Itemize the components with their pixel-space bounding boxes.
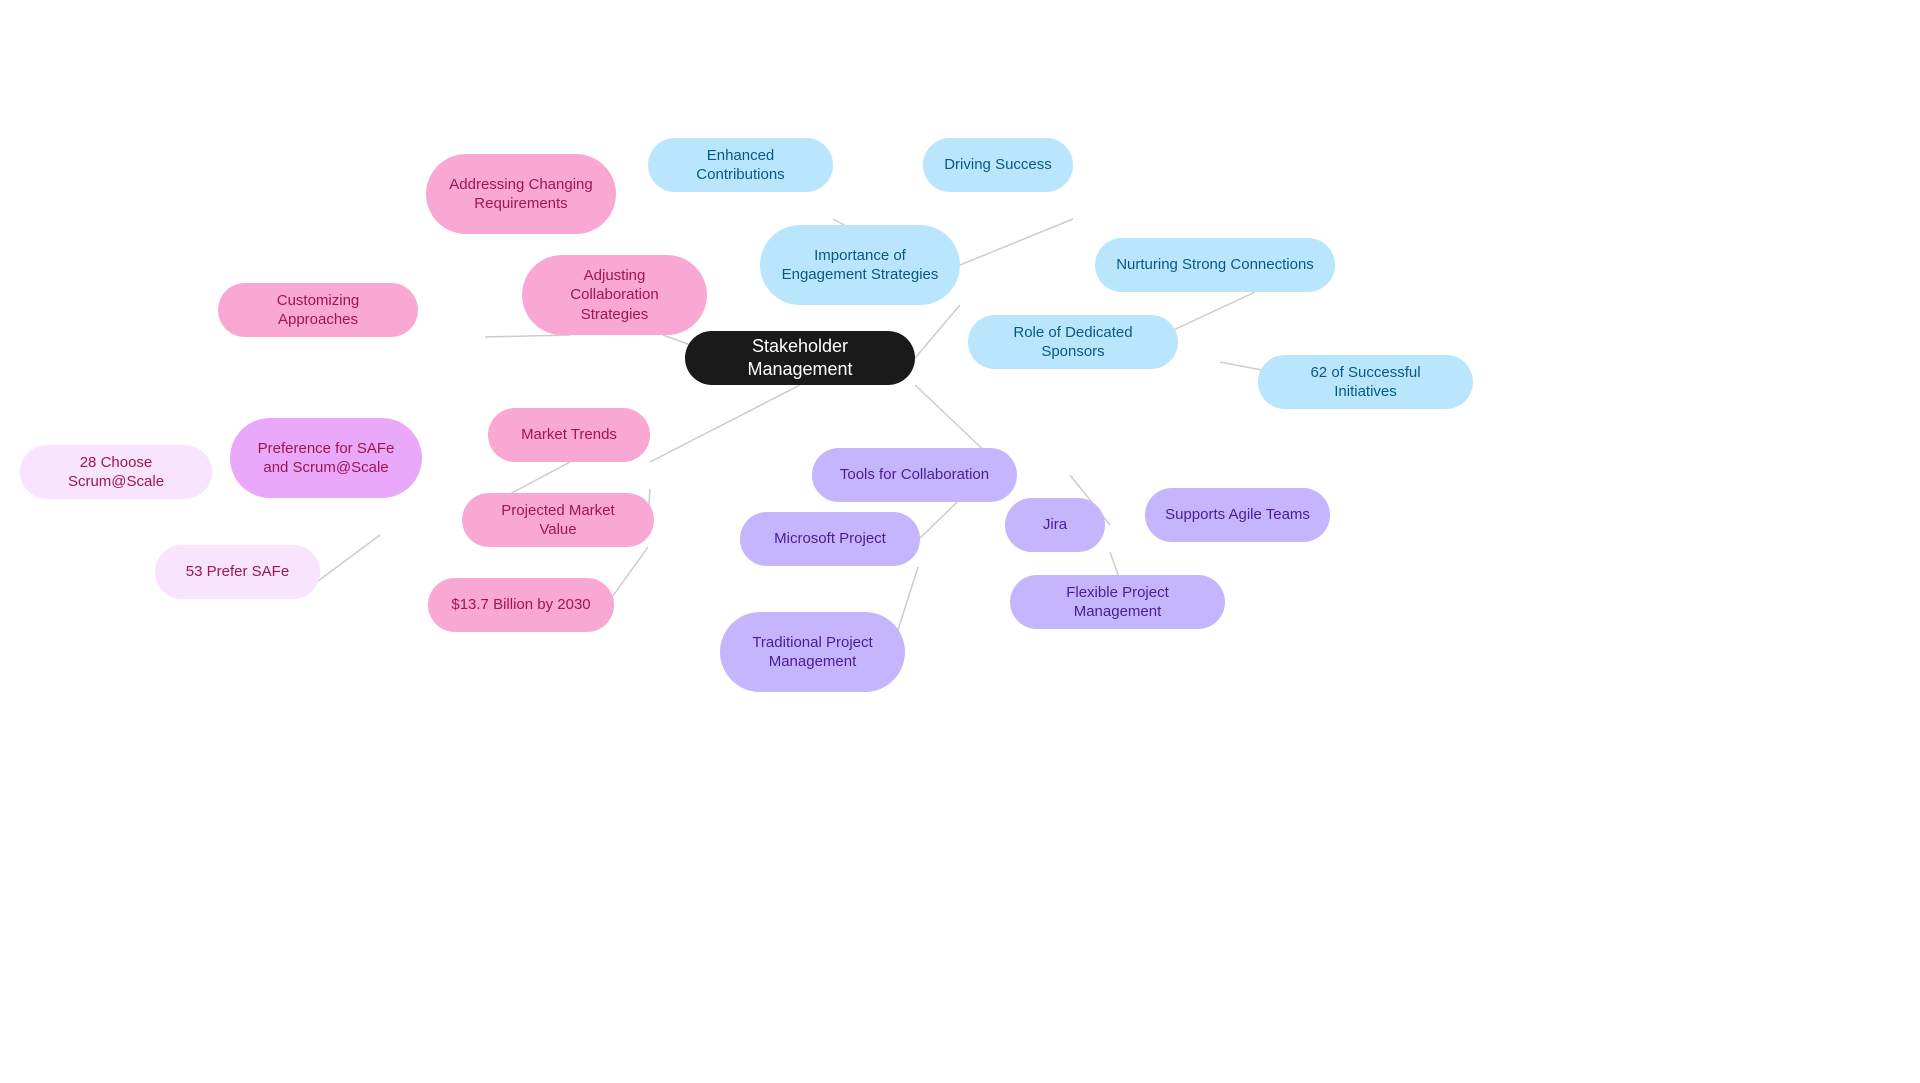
billion-node: $13.7 Billion by 2030 [428, 578, 614, 632]
enhanced-label: Enhanced Contributions [668, 146, 813, 185]
nurturing-label: Nurturing Strong Connections [1116, 255, 1314, 275]
preference-node: Preference for SAFe and Scrum@Scale [230, 418, 422, 498]
flexible-node: Flexible Project Management [1010, 575, 1225, 629]
role-label: Role of Dedicated Sponsors [988, 323, 1158, 362]
addressing-label: Addressing Changing Requirements [446, 175, 596, 214]
enhanced-node: Enhanced Contributions [648, 138, 833, 192]
market-trends-label: Market Trends [521, 425, 617, 445]
jira-node: Jira [1005, 498, 1105, 552]
supports-label: Supports Agile Teams [1165, 505, 1310, 525]
traditional-label: Traditional Project Management [740, 633, 885, 672]
microsoft-node: Microsoft Project [740, 512, 920, 566]
center-node: Stakeholder Management [685, 331, 915, 385]
prefer-safe-label: 53 Prefer SAFe [186, 562, 289, 582]
adjusting-label: Adjusting Collaboration Strategies [542, 266, 687, 325]
nurturing-node: Nurturing Strong Connections [1095, 238, 1335, 292]
projected-label: Projected Market Value [482, 501, 634, 540]
center-label: Stakeholder Management [705, 335, 895, 382]
successful-node: 62 of Successful Initiatives [1258, 355, 1473, 409]
tools-label: Tools for Collaboration [840, 465, 989, 485]
supports-node: Supports Agile Teams [1145, 488, 1330, 542]
traditional-node: Traditional Project Management [720, 612, 905, 692]
role-node: Role of Dedicated Sponsors [968, 315, 1178, 369]
choose-node: 28 Choose Scrum@Scale [20, 445, 212, 499]
driving-node: Driving Success [923, 138, 1073, 192]
engagement-node: Importance of Engagement Strategies [760, 225, 960, 305]
driving-label: Driving Success [944, 155, 1052, 175]
customizing-label: Customizing Approaches [238, 291, 398, 330]
successful-label: 62 of Successful Initiatives [1278, 363, 1453, 402]
flexible-label: Flexible Project Management [1030, 583, 1205, 622]
customizing-node: Customizing Approaches [218, 283, 418, 337]
market-trends-node: Market Trends [488, 408, 650, 462]
jira-label: Jira [1043, 515, 1067, 535]
tools-node: Tools for Collaboration [812, 448, 1017, 502]
preference-label: Preference for SAFe and Scrum@Scale [250, 439, 402, 478]
addressing-node: Addressing Changing Requirements [426, 154, 616, 234]
choose-label: 28 Choose Scrum@Scale [40, 453, 192, 492]
billion-label: $13.7 Billion by 2030 [451, 595, 590, 615]
microsoft-label: Microsoft Project [774, 529, 886, 549]
prefer-safe-node: 53 Prefer SAFe [155, 545, 320, 599]
adjusting-node: Adjusting Collaboration Strategies [522, 255, 707, 335]
engagement-label: Importance of Engagement Strategies [780, 246, 940, 285]
projected-node: Projected Market Value [462, 493, 654, 547]
